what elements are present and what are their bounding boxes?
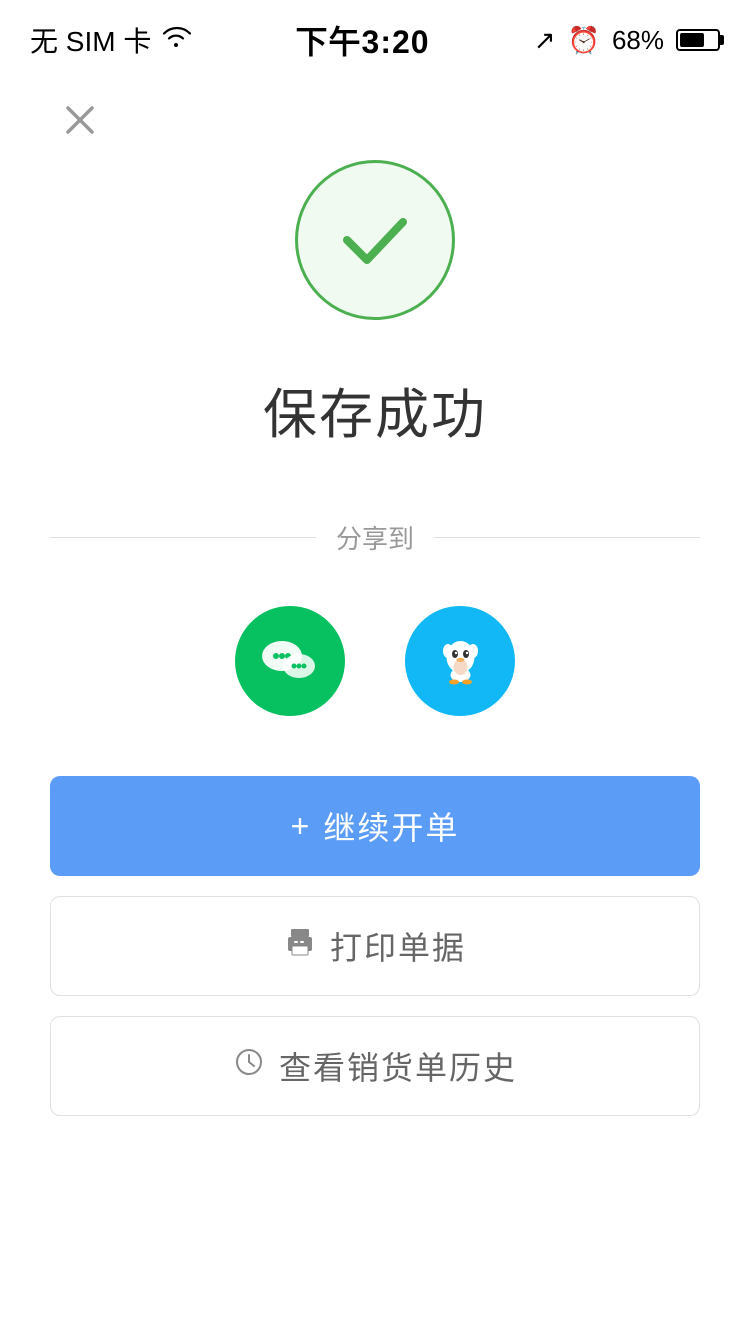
share-section: 分享到	[0, 519, 750, 716]
success-icon-circle	[295, 160, 455, 320]
battery-percent: 68%	[612, 25, 664, 56]
continue-label: 继续开单	[323, 803, 459, 849]
carrier-text: 无 SIM 卡	[30, 20, 151, 60]
continue-icon: +	[291, 808, 310, 845]
alarm-icon: ⏰	[568, 25, 600, 56]
location-icon: ↗	[534, 25, 556, 56]
close-button[interactable]	[50, 90, 110, 150]
print-label: 打印单据	[330, 923, 466, 969]
share-icons-row	[50, 606, 700, 716]
status-time: 下午3:20	[296, 17, 430, 63]
print-icon	[284, 926, 316, 966]
battery-icon	[676, 29, 720, 51]
share-label: 分享到	[316, 519, 434, 556]
status-bar: 无 SIM 卡 下午3:20 ↗ ⏰ 68%	[0, 0, 750, 80]
divider-line-left	[50, 537, 316, 538]
success-title: 保存成功	[263, 370, 487, 449]
continue-button[interactable]: + 继续开单	[50, 776, 700, 876]
history-label: 查看销货单历史	[279, 1043, 517, 1089]
action-buttons: + 继续开单 打印单据	[0, 776, 750, 1116]
history-button[interactable]: 查看销货单历史	[50, 1016, 700, 1116]
status-right: ↗ ⏰ 68%	[534, 25, 720, 56]
status-left: 无 SIM 卡	[30, 20, 191, 60]
print-button[interactable]: 打印单据	[50, 896, 700, 996]
history-icon	[233, 1046, 265, 1086]
share-wechat-button[interactable]	[235, 606, 345, 716]
main-content: 保存成功 分享到	[0, 80, 750, 1116]
divider-line-right	[434, 537, 700, 538]
share-divider: 分享到	[50, 519, 700, 556]
share-qq-button[interactable]	[405, 606, 515, 716]
wifi-icon	[161, 25, 191, 56]
